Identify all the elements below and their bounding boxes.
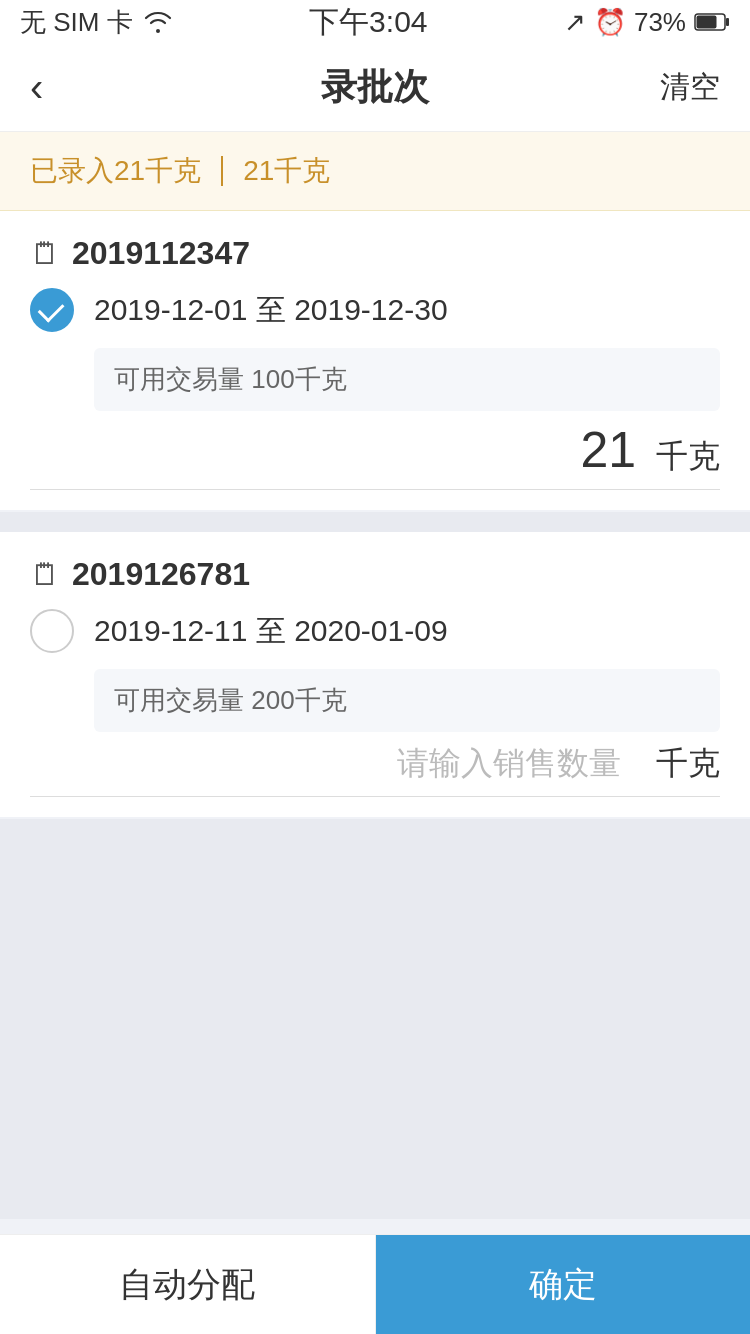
clear-button[interactable]: 清空 <box>660 67 720 108</box>
batch-id-1: 2019112347 <box>72 235 250 272</box>
recorded-value: 21千克 <box>243 152 330 190</box>
location-icon: ↗ <box>564 7 586 38</box>
batch-id-2: 2019126781 <box>72 556 250 593</box>
svg-rect-2 <box>696 16 716 29</box>
status-time: 下午3:04 <box>309 2 427 43</box>
wifi-icon <box>143 11 173 33</box>
batch-header-2: 🗒 2019126781 <box>30 556 720 593</box>
radio-checked-1[interactable] <box>30 288 74 332</box>
batch-header-1: 🗒 2019112347 <box>30 235 720 272</box>
info-divider <box>221 156 223 186</box>
batch-date-2: 2019-12-11 至 2020-01-09 <box>94 611 448 652</box>
battery-icon <box>694 12 730 32</box>
back-button[interactable]: ‹ <box>30 65 90 110</box>
clock-icon: ⏰ <box>594 7 626 38</box>
unit-2: 千克 <box>656 742 720 786</box>
batch-date-1: 2019-12-01 至 2019-12-30 <box>94 290 448 331</box>
value-row-1: 21 千克 <box>30 411 720 489</box>
auto-distribute-button[interactable]: 自动分配 <box>0 1235 376 1334</box>
batch-date-row-2[interactable]: 2019-12-11 至 2020-01-09 <box>30 609 720 653</box>
nav-bar: ‹ 录批次 清空 <box>0 44 750 132</box>
available-qty-1: 可用交易量 100千克 <box>114 364 347 394</box>
input-line-1 <box>30 489 720 490</box>
status-right: ↗ ⏰ 73% <box>564 7 730 38</box>
svg-rect-1 <box>726 18 729 26</box>
no-sim-text: 无 SIM 卡 <box>20 5 133 40</box>
status-bar: 无 SIM 卡 下午3:04 ↗ ⏰ 73% <box>0 0 750 44</box>
value-row-2: 千克 <box>30 732 720 796</box>
unit-1: 千克 <box>656 435 720 479</box>
battery-text: 73% <box>634 7 686 38</box>
page-title: 录批次 <box>321 63 429 112</box>
confirm-button[interactable]: 确定 <box>376 1235 751 1334</box>
status-left: 无 SIM 卡 <box>20 5 173 40</box>
recorded-label: 已录入21千克 <box>30 152 201 190</box>
batch-qty-1: 可用交易量 100千克 <box>94 348 720 411</box>
radio-unchecked-2[interactable] <box>30 609 74 653</box>
info-banner: 已录入21千克 21千克 <box>0 132 750 211</box>
bottom-spacer <box>0 819 750 1219</box>
batch-icon-2: 🗒 <box>30 558 60 592</box>
quantity-input-2[interactable] <box>235 745 636 782</box>
batch-qty-2: 可用交易量 200千克 <box>94 669 720 732</box>
available-qty-2: 可用交易量 200千克 <box>114 685 347 715</box>
batch-card-1: 🗒 2019112347 2019-12-01 至 2019-12-30 可用交… <box>0 211 750 510</box>
input-line-2 <box>30 796 720 797</box>
filled-value-1: 21 <box>580 421 636 479</box>
batch-icon-1: 🗒 <box>30 237 60 271</box>
section-separator <box>0 512 750 532</box>
batch-date-row-1[interactable]: 2019-12-01 至 2019-12-30 <box>30 288 720 332</box>
batch-card-2: 🗒 2019126781 2019-12-11 至 2020-01-09 可用交… <box>0 532 750 817</box>
footer: 自动分配 确定 <box>0 1234 750 1334</box>
